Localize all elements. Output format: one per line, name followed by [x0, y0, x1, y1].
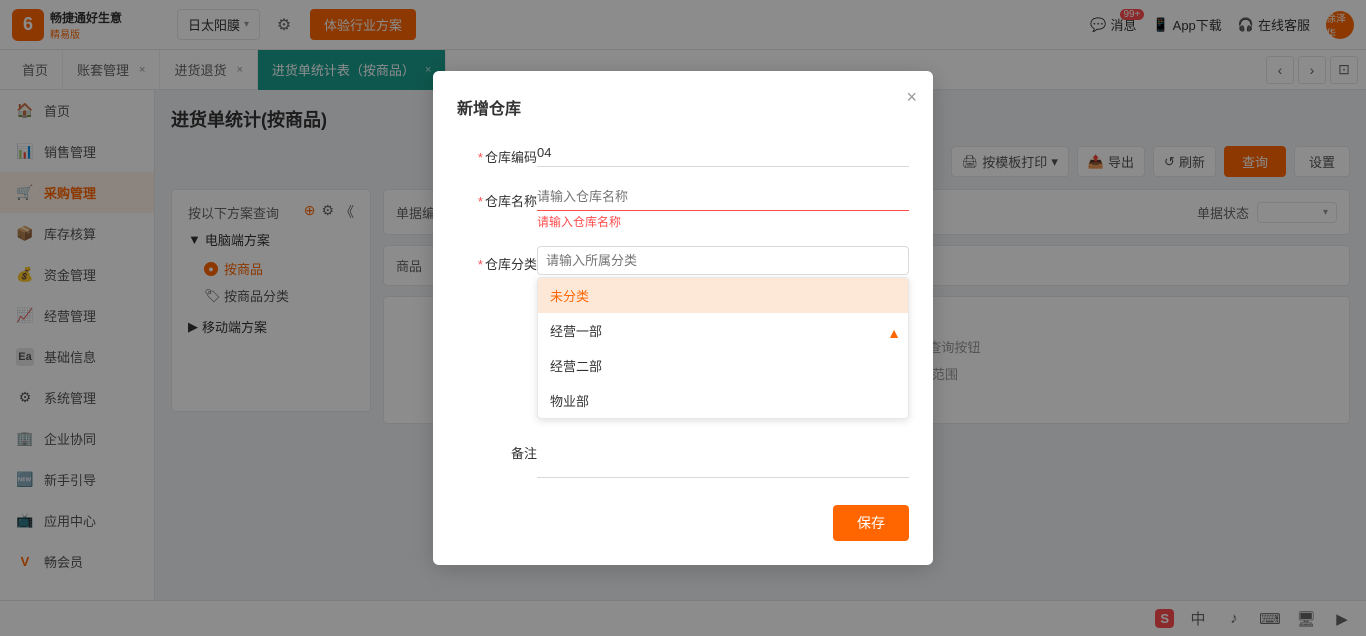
name-label: 仓库名称	[457, 183, 537, 210]
modal-overlay: 新增仓库 × 仓库编码 仓库名称 请输入仓库名称 仓库分类 ▲	[0, 0, 1366, 636]
category-option-none[interactable]: 未分类	[538, 278, 908, 313]
notes-label: 备注	[457, 435, 537, 462]
notes-textarea[interactable]	[537, 435, 909, 478]
category-dropdown: 未分类 经营一部 经营二部 物业部	[537, 277, 909, 419]
name-input-wrap: 请输入仓库名称	[537, 183, 909, 230]
category-option-1[interactable]: 经营一部	[538, 313, 908, 348]
save-button[interactable]: 保存	[833, 505, 909, 541]
code-label: 仓库编码	[457, 139, 537, 166]
form-row-category: 仓库分类 ▲ 未分类 经营一部 经营二部 物业部	[457, 246, 909, 419]
name-error-msg: 请输入仓库名称	[537, 213, 909, 230]
form-row-code: 仓库编码	[457, 139, 909, 167]
category-label: 仓库分类	[457, 246, 537, 273]
code-input[interactable]	[537, 139, 909, 167]
name-input[interactable]	[537, 183, 909, 211]
modal-footer: 保存	[457, 505, 909, 541]
category-option-3[interactable]: 物业部	[538, 383, 908, 418]
form-row-notes: 备注	[457, 435, 909, 481]
category-option-2[interactable]: 经营二部	[538, 348, 908, 383]
form-row-name: 仓库名称 请输入仓库名称	[457, 183, 909, 230]
modal-title: 新增仓库	[457, 95, 909, 119]
notes-input-wrap	[537, 435, 909, 481]
add-warehouse-modal: 新增仓库 × 仓库编码 仓库名称 请输入仓库名称 仓库分类 ▲	[433, 71, 933, 565]
category-toggle-icon[interactable]: ▲	[887, 325, 901, 341]
category-input[interactable]	[537, 246, 909, 275]
code-input-wrap	[537, 139, 909, 167]
modal-close-button[interactable]: ×	[906, 87, 917, 108]
category-input-wrap: ▲ 未分类 经营一部 经营二部 物业部	[537, 246, 909, 419]
